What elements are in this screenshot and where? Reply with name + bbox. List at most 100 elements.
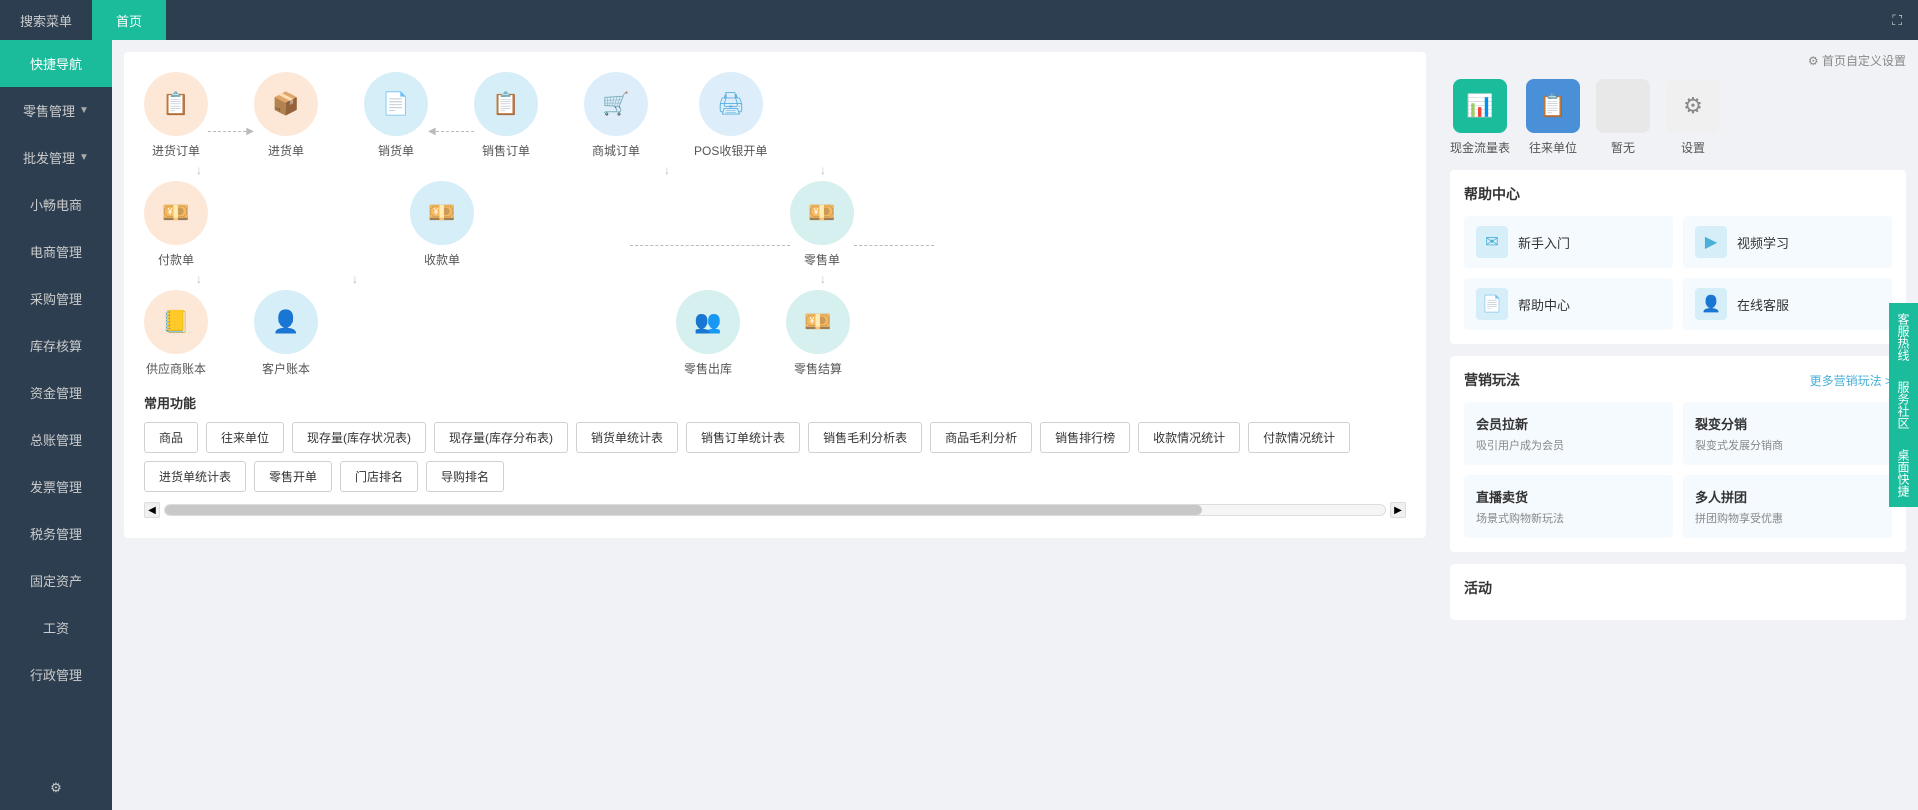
common-func-button[interactable]: 商品 — [144, 422, 198, 453]
sidebar-item-2[interactable]: 批发管理▼ — [0, 134, 112, 181]
quick-icon-box: ⚙ — [1666, 79, 1720, 133]
common-func-button[interactable]: 导购排名 — [426, 461, 504, 492]
flow-circle: 🖨 — [699, 72, 763, 136]
search-menu-button[interactable]: 搜索菜单 — [0, 0, 92, 40]
common-func-button[interactable]: 商品毛利分析 — [930, 422, 1032, 453]
flow-circle: 📒 — [144, 290, 208, 354]
common-func-title: 常用功能 — [144, 393, 1406, 412]
sidebar-item-12[interactable]: 工资 — [0, 604, 112, 651]
sidebar-item-0[interactable]: 快捷导航 — [0, 40, 112, 87]
right-panel: ⚙ 首页自定义设置 📊现金流量表 📋往来单位暂无 ⚙设置 帮助中心 ✉新手入门▶视频… — [1438, 40, 1918, 810]
help-item[interactable]: 📄帮助中心 — [1464, 278, 1673, 330]
common-func-button[interactable]: 现存量(库存状况表) — [292, 422, 426, 453]
home-customize[interactable]: ⚙ 首页自定义设置 — [1450, 52, 1906, 69]
flow-circle: 📄 — [364, 72, 428, 136]
common-func-button[interactable]: 销货单统计表 — [576, 422, 678, 453]
settings-icon: ⚙ — [50, 780, 62, 795]
flow-node-jinhuo-dan[interactable]: 📦 进货单 — [254, 72, 318, 159]
flow-circle: 📋 — [144, 72, 208, 136]
common-func-button[interactable]: 销售毛利分析表 — [808, 422, 922, 453]
content-area: 📋 进货订单 ▶ 📦 进货单 — [112, 40, 1918, 810]
marketing-item[interactable]: 裂变分销裂变式发展分销商 — [1683, 402, 1892, 465]
scroll-right-btn[interactable]: ▶ — [1390, 502, 1406, 518]
sidebar-label: 总账管理 — [30, 430, 82, 449]
common-func-button[interactable]: 往来单位 — [206, 422, 284, 453]
common-func-button[interactable]: 零售开单 — [254, 461, 332, 492]
flow-circle: 👤 — [254, 290, 318, 354]
sidebar-item-8[interactable]: 总账管理 — [0, 416, 112, 463]
sidebar-label: 小畅电商 — [30, 195, 82, 214]
common-func-button[interactable]: 门店排名 — [340, 461, 418, 492]
float-button[interactable]: 桌面快捷 — [1889, 439, 1918, 507]
home-tab[interactable]: 首页 — [92, 0, 166, 40]
quick-icon-item[interactable]: 暂无 — [1596, 79, 1650, 156]
common-functions: 常用功能 商品往来单位现存量(库存状况表) 现存量(库存分布表) 销货单统计表销售订… — [144, 393, 1406, 492]
flow-circle: 💴 — [786, 290, 850, 354]
float-button[interactable]: 客服热线 — [1889, 303, 1918, 371]
quick-icon-item[interactable]: ⚙设置 — [1666, 79, 1720, 156]
marketing-item-desc: 吸引用户成为会员 — [1476, 437, 1661, 453]
flow-node-xiaohuo-dan[interactable]: 📄 销货单 — [364, 72, 428, 159]
common-func-button[interactable]: 进货单统计表 — [144, 461, 246, 492]
sidebar-item-3[interactable]: 小畅电商 — [0, 181, 112, 228]
marketing-more[interactable]: 更多营销玩法 > — [1810, 372, 1892, 389]
top-bar: 搜索菜单 首页 ⛶ — [0, 0, 1918, 40]
common-func-button[interactable]: 付款情况统计 — [1248, 422, 1350, 453]
help-card: 帮助中心 ✉新手入门▶视频学习📄帮助中心👤在线客服 — [1450, 170, 1906, 344]
sidebar-label: 工资 — [43, 618, 69, 637]
sidebar-item-1[interactable]: 零售管理▼ — [0, 87, 112, 134]
flow-label: 供应商账本 — [146, 360, 206, 377]
sidebar-item-4[interactable]: 电商管理 — [0, 228, 112, 275]
fullscreen-button[interactable]: ⛶ — [1892, 12, 1902, 29]
sidebar-label: 固定资产 — [30, 571, 82, 590]
float-button[interactable]: 服务社区 — [1889, 371, 1918, 439]
quick-icon-item[interactable]: 📊现金流量表 — [1450, 79, 1510, 156]
quick-icon-item[interactable]: 📋往来单位 — [1526, 79, 1580, 156]
help-item-label: 视频学习 — [1737, 233, 1789, 252]
sidebar-item-9[interactable]: 发票管理 — [0, 463, 112, 510]
help-item[interactable]: 👤在线客服 — [1683, 278, 1892, 330]
quick-icon-box — [1596, 79, 1650, 133]
sidebar-settings[interactable]: ⚙ — [0, 766, 112, 810]
sidebar-item-7[interactable]: 资金管理 — [0, 369, 112, 416]
sidebar-item-13[interactable]: 行政管理 — [0, 651, 112, 698]
flow-node-fukuan-dan[interactable]: 💴 付款单 — [144, 181, 208, 268]
flow-node-shangcheng-dingdan[interactable]: 🛒 商城订单 — [584, 72, 648, 159]
flow-node-shoukuan-dan[interactable]: 💴 收款单 — [410, 181, 474, 268]
help-item[interactable]: ▶视频学习 — [1683, 216, 1892, 268]
sidebar-label: 批发管理 — [23, 148, 75, 167]
flow-node-jinhuo-dingdan[interactable]: 📋 进货订单 — [144, 72, 208, 159]
arrow-icon: ▼ — [79, 105, 89, 116]
marketing-card: 营销玩法 更多营销玩法 > 会员拉新吸引用户成为会员裂变分销裂变式发展分销商直播… — [1450, 356, 1906, 552]
help-title: 帮助中心 — [1464, 184, 1892, 204]
marketing-item[interactable]: 会员拉新吸引用户成为会员 — [1464, 402, 1673, 465]
flow-node-lingshou-jiesuan[interactable]: 💴 零售结算 — [786, 290, 850, 377]
sidebar-label: 税务管理 — [30, 524, 82, 543]
scroll-left-btn[interactable]: ◀ — [144, 502, 160, 518]
common-func-button[interactable]: 销售订单统计表 — [686, 422, 800, 453]
scroll-bar: ◀ ▶ — [144, 502, 1406, 518]
common-func-button[interactable]: 现存量(库存分布表) — [434, 422, 568, 453]
marketing-item-title: 裂变分销 — [1695, 414, 1880, 433]
marketing-item[interactable]: 直播卖货场景式购物新玩法 — [1464, 475, 1673, 538]
sidebar-item-10[interactable]: 税务管理 — [0, 510, 112, 557]
flow-node-lingshou-chuku[interactable]: 👥 零售出库 — [676, 290, 740, 377]
common-func-button[interactable]: 收款情况统计 — [1138, 422, 1240, 453]
help-grid: ✉新手入门▶视频学习📄帮助中心👤在线客服 — [1464, 216, 1892, 330]
flow-node-kehu-zhangben[interactable]: 👤 客户账本 — [254, 290, 318, 377]
sidebar-item-11[interactable]: 固定资产 — [0, 557, 112, 604]
sidebar-item-6[interactable]: 库存核算 — [0, 322, 112, 369]
flow-node-lingshou-dan[interactable]: 💴 零售单 — [790, 181, 854, 268]
flow-label: 进货订单 — [152, 142, 200, 159]
sidebar-item-5[interactable]: 采购管理 — [0, 275, 112, 322]
func-buttons: 商品往来单位现存量(库存状况表)现存量(库存分布表)销货单统计表销售订单统计表销… — [144, 422, 1406, 492]
scroll-track[interactable] — [164, 504, 1386, 516]
flow-node-xiaoshou-dingdan[interactable]: 📋 销售订单 — [474, 72, 538, 159]
flow-node-pos[interactable]: 🖨 POS收银开单 — [694, 72, 767, 159]
flow-node-gongyingshang[interactable]: 📒 供应商账本 — [144, 290, 208, 377]
common-func-button[interactable]: 销售排行榜 — [1040, 422, 1130, 453]
help-item[interactable]: ✉新手入门 — [1464, 216, 1673, 268]
quick-icons-row: 📊现金流量表 📋往来单位暂无 ⚙设置 — [1450, 79, 1906, 156]
sidebar-label: 电商管理 — [30, 242, 82, 261]
marketing-item[interactable]: 多人拼团拼团购物享受优惠 — [1683, 475, 1892, 538]
